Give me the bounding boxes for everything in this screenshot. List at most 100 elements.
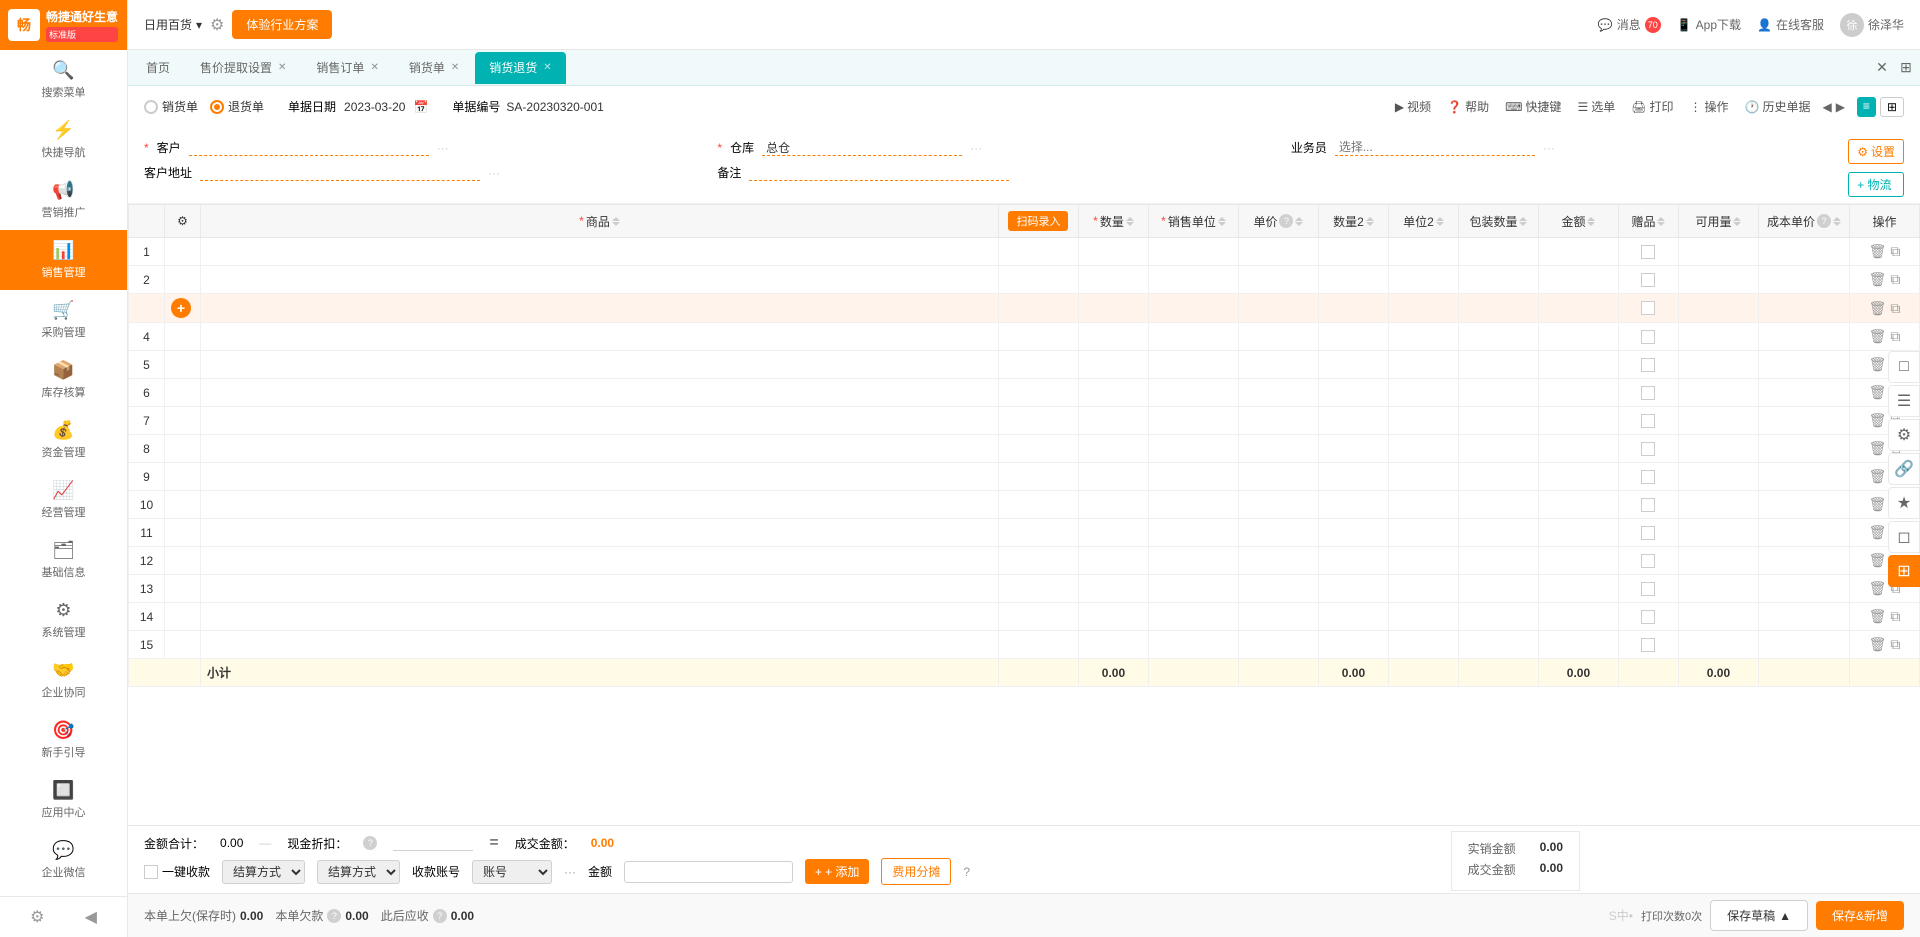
row-amount-8[interactable] [1538, 435, 1618, 463]
row-unit-5[interactable] [1148, 351, 1238, 379]
row-product-12[interactable] [201, 547, 999, 575]
right-panel-item-1[interactable]: □ [1888, 351, 1920, 383]
row-package-15[interactable] [1458, 631, 1538, 659]
row-package-12[interactable] [1458, 547, 1538, 575]
daily-selector[interactable]: 日用百货 ▾ [144, 16, 202, 33]
unit2-sort[interactable] [1436, 217, 1444, 226]
row-cost-2[interactable] [1758, 266, 1849, 294]
row-available-6[interactable] [1678, 379, 1758, 407]
row-product-4[interactable] [201, 323, 999, 351]
single-debt-help[interactable]: ? [327, 909, 341, 923]
row-qty2-6[interactable] [1318, 379, 1388, 407]
account-select[interactable]: 账号 [472, 860, 552, 884]
row-unit2-2[interactable] [1388, 266, 1458, 294]
amount-input[interactable] [624, 861, 793, 883]
row-qty2-9[interactable] [1318, 463, 1388, 491]
row-package-11[interactable] [1458, 519, 1538, 547]
qty2-sort[interactable] [1366, 217, 1374, 226]
row-price-3[interactable] [1238, 294, 1318, 323]
amount-sort[interactable] [1587, 217, 1595, 226]
gift-checkbox-13[interactable] [1641, 582, 1655, 596]
right-panel-item-6[interactable]: ◻ [1888, 521, 1920, 553]
product-input-3[interactable] [207, 301, 992, 315]
customer-address-input[interactable] [200, 164, 480, 181]
row-unit2-4[interactable] [1388, 323, 1458, 351]
grid-view-btn[interactable]: ⊞ [1880, 97, 1904, 117]
row-qty2-11[interactable] [1318, 519, 1388, 547]
sidebar-item-finance[interactable]: 💰 资金管理 [0, 410, 127, 470]
row-package-9[interactable] [1458, 463, 1538, 491]
row-unit-1[interactable] [1148, 238, 1238, 266]
row-product-11[interactable] [201, 519, 999, 547]
collapse-icon[interactable]: ◀ [85, 907, 97, 927]
close-all-tabs-button[interactable]: ✕ [1872, 58, 1892, 78]
delete-row-4[interactable]: 🗑 [1869, 328, 1887, 345]
copy-row-4[interactable]: ⧉ [1890, 328, 1900, 345]
tab-close-sales-order[interactable]: ✕ [370, 62, 378, 73]
row-unit2-5[interactable] [1388, 351, 1458, 379]
row-amount-10[interactable] [1538, 491, 1618, 519]
row-amount-7[interactable] [1538, 407, 1618, 435]
delete-row-7[interactable]: 🗑 [1869, 412, 1887, 429]
row-quantity-8[interactable] [1078, 435, 1148, 463]
gift-checkbox-4[interactable] [1641, 330, 1655, 344]
row-unit-11[interactable] [1148, 519, 1238, 547]
experience-button[interactable]: 体验行业方案 [232, 10, 332, 39]
row-quantity-10[interactable] [1078, 491, 1148, 519]
row-product-13[interactable] [201, 575, 999, 603]
should-receive-help[interactable]: ? [433, 909, 447, 923]
row-cost-15[interactable] [1758, 631, 1849, 659]
row-available-11[interactable] [1678, 519, 1758, 547]
sidebar-item-basic[interactable]: 🗂 基础信息 [0, 530, 127, 590]
row-unit2-13[interactable] [1388, 575, 1458, 603]
row-price-12[interactable] [1238, 547, 1318, 575]
print-btn[interactable]: 🖨 打印 [1627, 96, 1677, 117]
gift-checkbox-3[interactable] [1641, 301, 1655, 315]
row-unit-2[interactable] [1148, 266, 1238, 294]
copy-row-15[interactable]: ⧉ [1890, 636, 1900, 653]
gift-sort[interactable] [1657, 217, 1665, 226]
row-package-1[interactable] [1458, 238, 1538, 266]
history-btn[interactable]: 🕐 历史单据 [1740, 96, 1814, 117]
expand-tabs-button[interactable]: ⊞ [1896, 58, 1916, 78]
row-qty2-2[interactable] [1318, 266, 1388, 294]
row-available-1[interactable] [1678, 238, 1758, 266]
row-package-6[interactable] [1458, 379, 1538, 407]
delete-row-8[interactable]: 🗑 [1869, 440, 1887, 457]
tab-close-sale-price-settings[interactable]: ✕ [278, 62, 286, 73]
row-product-10[interactable] [201, 491, 999, 519]
gift-checkbox-6[interactable] [1641, 386, 1655, 400]
row-amount-11[interactable] [1538, 519, 1618, 547]
row-qty2-4[interactable] [1318, 323, 1388, 351]
row-amount-15[interactable] [1538, 631, 1618, 659]
row-price-7[interactable] [1238, 407, 1318, 435]
row-amount-1[interactable] [1538, 238, 1618, 266]
th-gear[interactable]: ⚙ [165, 205, 201, 238]
copy-row-2[interactable]: ⧉ [1890, 271, 1900, 288]
row-price-15[interactable] [1238, 631, 1318, 659]
row-unit2-1[interactable] [1388, 238, 1458, 266]
row-qty2-10[interactable] [1318, 491, 1388, 519]
operation-btn[interactable]: ⋮ 操作 [1685, 96, 1732, 117]
one-click-collect-checkbox[interactable]: 一键收款 [144, 863, 210, 880]
gift-checkbox-8[interactable] [1641, 442, 1655, 456]
tab-sales-order[interactable]: 销售订单✕ [302, 52, 392, 84]
row-qty2-8[interactable] [1318, 435, 1388, 463]
return-doc-radio[interactable]: 退货单 [210, 98, 264, 115]
delete-row-5[interactable]: 🗑 [1869, 356, 1887, 373]
row-available-15[interactable] [1678, 631, 1758, 659]
select-order-btn[interactable]: ☰ 选单 [1573, 96, 1619, 117]
row-price-10[interactable] [1238, 491, 1318, 519]
row-package-2[interactable] [1458, 266, 1538, 294]
delete-row-2[interactable]: 🗑 [1869, 271, 1887, 288]
row-price-6[interactable] [1238, 379, 1318, 407]
row-qty2-12[interactable] [1318, 547, 1388, 575]
warehouse-input[interactable] [762, 139, 962, 156]
customer-input[interactable] [189, 139, 429, 156]
row-price-13[interactable] [1238, 575, 1318, 603]
row-available-9[interactable] [1678, 463, 1758, 491]
sale-doc-radio[interactable]: 销货单 [144, 98, 198, 115]
row-available-14[interactable] [1678, 603, 1758, 631]
row-price-9[interactable] [1238, 463, 1318, 491]
settings-icon[interactable]: ⚙ [30, 907, 44, 927]
